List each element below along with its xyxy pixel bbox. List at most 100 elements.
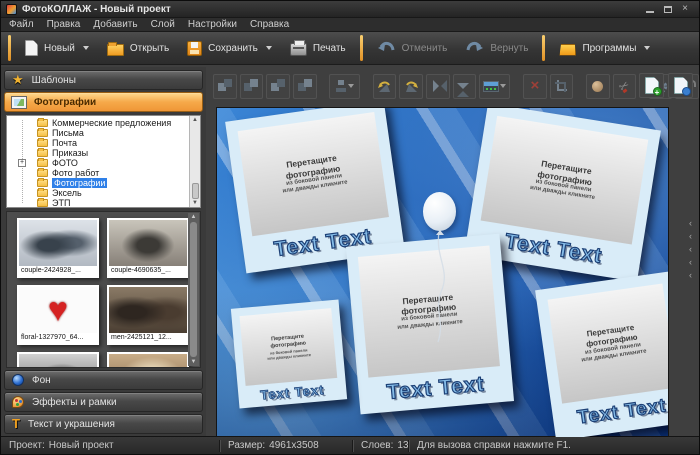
thumbnail-image[interactable]	[107, 352, 189, 367]
tree-item[interactable]: Коммерческие предложения	[7, 118, 188, 128]
save-button[interactable]: Сохранить	[178, 34, 281, 63]
menu-edit[interactable]: Правка	[47, 19, 81, 30]
add-page-icon: +	[644, 77, 662, 97]
undo-button[interactable]: Отменить	[368, 34, 457, 63]
close-button[interactable]: ×	[682, 4, 688, 14]
menu-help[interactable]: Справка	[250, 19, 289, 30]
menu-bar: Файл Правка Добавить Слой Настройки Спра…	[1, 18, 699, 32]
scroll-up-icon[interactable]: ▲	[191, 214, 197, 220]
open-button[interactable]: Открыть	[98, 34, 178, 63]
flip-horizontal-button[interactable]	[426, 73, 450, 99]
tree-item[interactable]: Эксель	[7, 188, 188, 198]
send-to-back-button[interactable]	[292, 73, 317, 99]
photo-thumbnail[interactable]: couple-2424928_...	[17, 218, 99, 278]
bring-forward-button[interactable]	[213, 73, 237, 99]
print-button[interactable]: Печать	[281, 34, 355, 63]
section-text[interactable]: T Текст и украшения	[4, 414, 203, 434]
programs-box-icon	[559, 43, 577, 56]
scroll-down-icon[interactable]: ▼	[192, 200, 198, 206]
right-panel-collapse-handle[interactable]: ‹ ‹ ‹ ‹ ‹	[689, 219, 692, 280]
left-sidebar: ★ Шаблоны Фотографии Коммерческие предло…	[1, 67, 206, 436]
send-backward-button[interactable]	[239, 73, 264, 99]
section-photos-label: Фотографии	[34, 96, 97, 108]
tree-item[interactable]: Письма	[7, 128, 188, 138]
menu-settings[interactable]: Настройки	[188, 19, 237, 30]
menu-layer[interactable]: Слой	[151, 19, 175, 30]
delete-button[interactable]: ×	[523, 73, 547, 99]
collage-canvas[interactable]: Перетащите фотографию из боковой панели …	[216, 107, 669, 438]
redo-button[interactable]: Вернуть	[456, 34, 537, 63]
scrollbar-thumb[interactable]	[191, 183, 199, 199]
thumbnail-image[interactable]	[17, 352, 99, 367]
rotate-left-button[interactable]	[372, 73, 397, 99]
photo-thumbnail[interactable]: time-machine-145...	[107, 352, 189, 367]
tree-item[interactable]: Почта	[7, 138, 188, 148]
add-page-button[interactable]: +	[639, 73, 664, 98]
tree-item[interactable]: + ФОТО	[7, 158, 188, 168]
thumbnail-image[interactable]	[107, 285, 189, 333]
section-background[interactable]: Фон	[4, 370, 203, 390]
photo-placeholder[interactable]: Перетащите фотографию из боковой панели …	[239, 308, 338, 386]
minimize-button[interactable]	[646, 6, 655, 13]
photo-thumbnail[interactable]: ♥ floral-1327970_64...	[17, 285, 99, 345]
chevron-left-icon: ‹	[689, 270, 692, 280]
crop-button[interactable]	[549, 73, 574, 99]
photo-placeholder[interactable]: Перетащите фотографию из боковой панели …	[237, 112, 389, 237]
photo-frame-slot[interactable]: Перетащите фотографию из боковой панели …	[535, 271, 668, 437]
mask-button[interactable]	[585, 73, 610, 99]
tree-item-label: Коммерческие предложения	[52, 118, 172, 128]
tree-item-label: Фотографии	[52, 178, 108, 188]
balloon-decoration[interactable]	[423, 192, 456, 235]
star-icon: ★	[12, 72, 24, 87]
thumbnail-image[interactable]: ♥	[17, 285, 99, 333]
thumbnail-image[interactable]	[107, 218, 189, 266]
expand-plus-icon[interactable]: +	[18, 159, 26, 167]
menu-add[interactable]: Добавить	[93, 19, 137, 30]
scroll-up-icon[interactable]: ▲	[192, 117, 198, 123]
section-photos[interactable]: Фотографии	[4, 92, 203, 112]
rotate-right-button[interactable]	[399, 73, 424, 99]
tree-item[interactable]: Приказы	[7, 148, 188, 158]
programs-button[interactable]: Программы	[550, 34, 659, 63]
cut-button[interactable]: ✂	[612, 73, 637, 99]
photo-thumbnail[interactable]: men-2425121_12...	[107, 285, 189, 345]
chevron-down-icon[interactable]	[265, 46, 272, 50]
chevron-down-icon[interactable]	[644, 46, 651, 50]
scroll-down-icon[interactable]: ▼	[191, 359, 197, 365]
photo-frame-slot[interactable]: Перетащите фотографию из боковой панели …	[230, 299, 348, 409]
maximize-button[interactable]	[664, 5, 673, 13]
layers-label: Слоев:	[361, 440, 394, 451]
photo-thumbnail[interactable]: couple-4690635_...	[107, 218, 189, 278]
chevron-down-icon[interactable]	[82, 46, 89, 50]
new-button[interactable]: Новый	[16, 34, 98, 63]
flip-vertical-button[interactable]	[452, 73, 477, 99]
page-settings-icon	[673, 77, 691, 96]
photos-icon	[12, 96, 26, 108]
thumbnails-scrollbar[interactable]: ▲ ▼	[188, 213, 199, 366]
fit-screen-button[interactable]	[479, 73, 511, 99]
chevron-left-icon: ‹	[689, 231, 692, 241]
align-button[interactable]	[329, 73, 361, 99]
scrollbar-thumb[interactable]	[190, 222, 197, 357]
tree-item[interactable]: Фото работ	[7, 168, 188, 178]
toolbar-separator	[542, 35, 546, 61]
photo-thumbnail[interactable]: romance-2386487...	[17, 352, 99, 367]
bring-to-front-button[interactable]	[266, 73, 290, 99]
tree-item-selected[interactable]: Фотографии	[7, 178, 188, 188]
mask-icon	[592, 80, 604, 92]
thumbnail-image[interactable]	[17, 218, 99, 266]
photo-placeholder[interactable]: Перетащите фотографию из боковой панели …	[547, 283, 668, 404]
print-button-label: Печать	[312, 42, 346, 54]
folder-icon	[37, 138, 48, 147]
tree-item-label: Эксель	[52, 188, 82, 198]
chevron-down-icon[interactable]	[500, 84, 507, 88]
tree-scrollbar[interactable]: ▲ ▼	[189, 116, 200, 207]
tree-item-label: Приказы	[52, 148, 89, 158]
page-settings-button[interactable]	[668, 73, 693, 98]
project-label: Проект:	[9, 440, 45, 451]
tree-item[interactable]: ЭТП	[7, 198, 188, 207]
chevron-down-icon[interactable]	[348, 84, 355, 88]
menu-file[interactable]: Файл	[9, 19, 34, 30]
section-effects[interactable]: Эффекты и рамки	[4, 392, 203, 412]
section-templates[interactable]: ★ Шаблоны	[4, 70, 203, 90]
